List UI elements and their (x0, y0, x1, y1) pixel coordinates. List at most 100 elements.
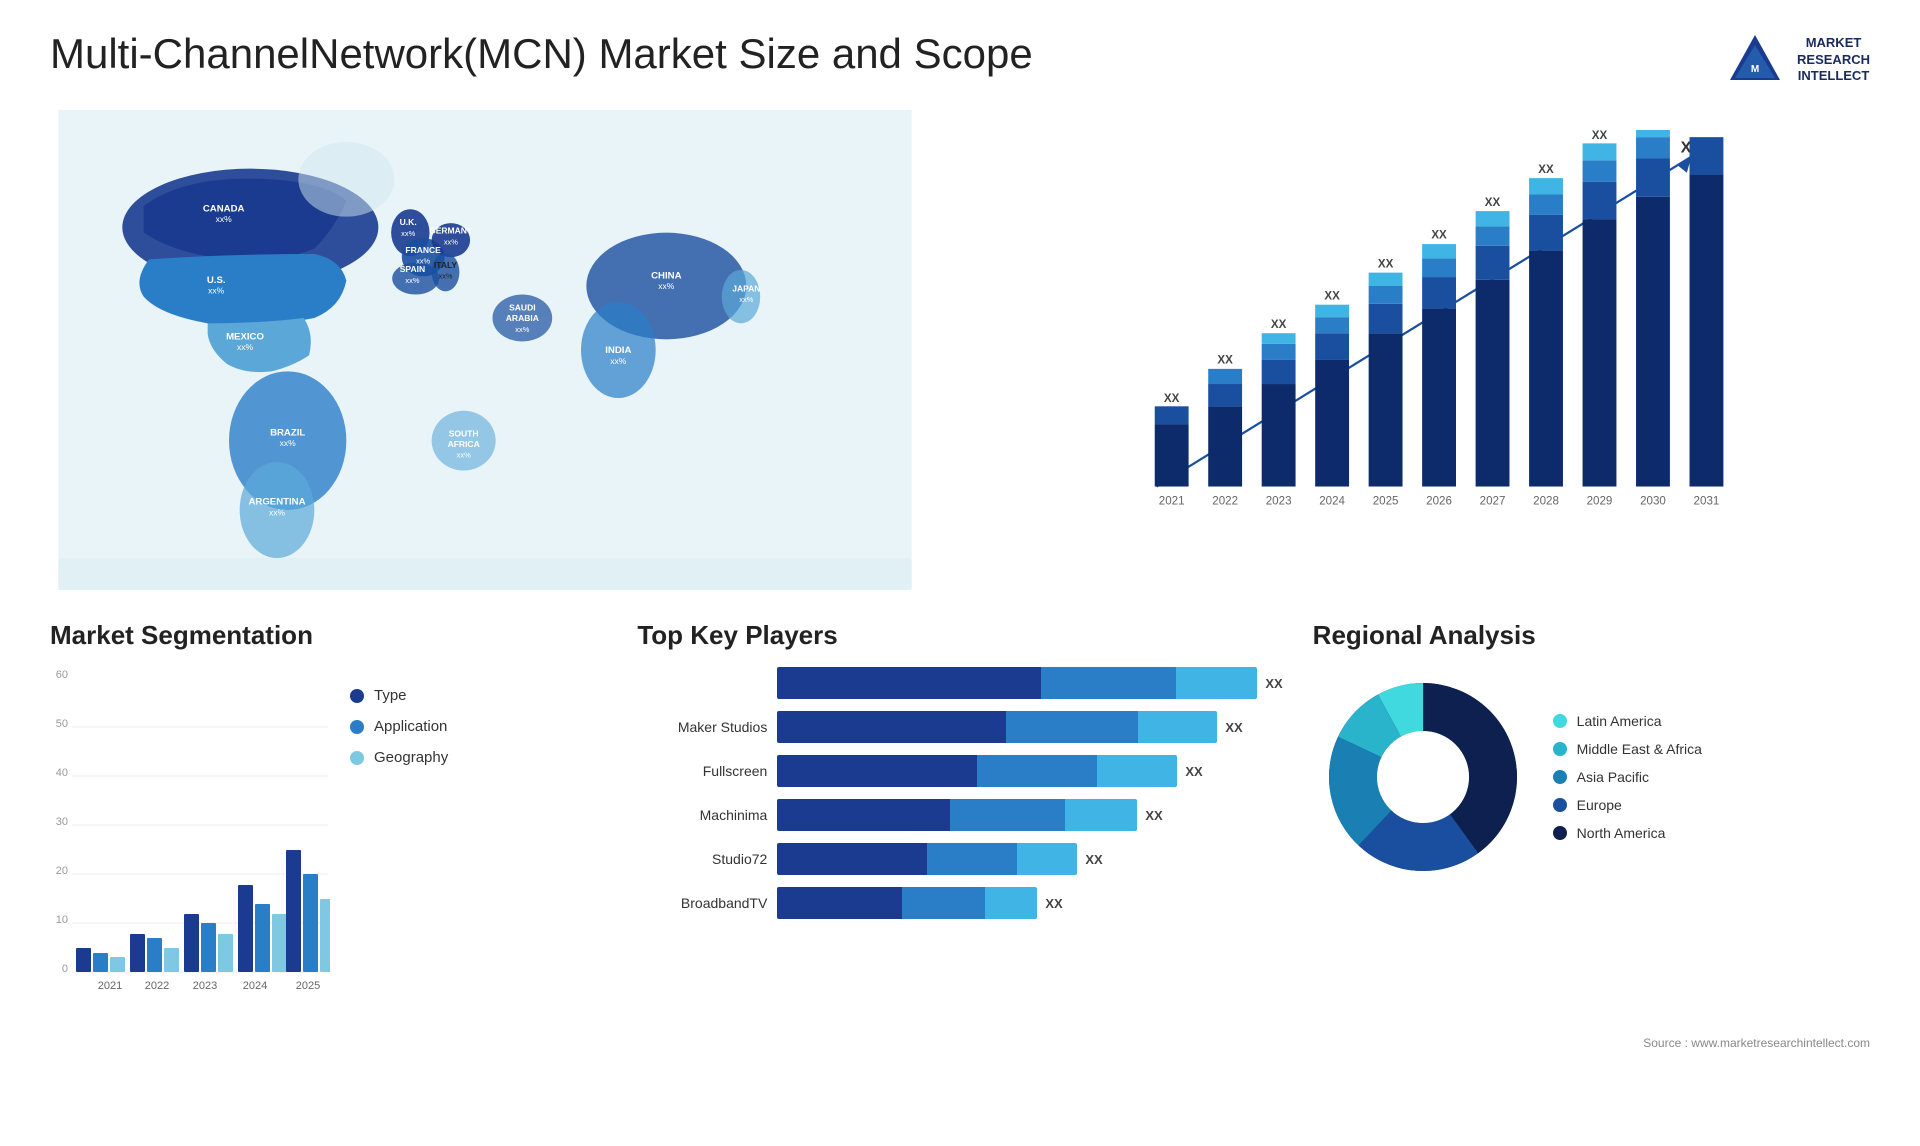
svg-text:SOUTH: SOUTH (449, 428, 479, 438)
svg-text:2027: 2027 (1480, 495, 1506, 507)
segmentation-container: Market Segmentation 0 10 20 30 40 50 60 (50, 620, 607, 1040)
player-xx-machinima: XX (1145, 808, 1162, 823)
svg-text:U.S.: U.S. (207, 275, 226, 286)
svg-text:xx%: xx% (658, 281, 675, 291)
growth-bar-chart: XX XX XX XX (980, 130, 1850, 540)
player-bar-fullscreen (777, 755, 1177, 787)
svg-text:xx%: xx% (269, 507, 286, 517)
legend-type: Type (350, 687, 448, 704)
svg-text:xx%: xx% (457, 451, 471, 460)
player-bar-seg-mid (1041, 667, 1175, 699)
svg-text:FRANCE: FRANCE (405, 245, 441, 255)
regional-legend: Latin America Middle East & Africa Asia … (1553, 713, 1702, 841)
svg-text:GERMANY: GERMANY (429, 226, 473, 236)
bottom-section: Market Segmentation 0 10 20 30 40 50 60 (50, 620, 1870, 1040)
player-bar-wrap-fullscreen: XX (777, 755, 1282, 787)
svg-text:2025: 2025 (1373, 495, 1399, 507)
player-xx-studio72: XX (1085, 852, 1102, 867)
dot-europe (1553, 798, 1567, 812)
player-name-fullscreen: Fullscreen (637, 763, 767, 779)
svg-text:2030: 2030 (1640, 495, 1666, 507)
svg-text:xx%: xx% (208, 285, 225, 295)
dot-mea (1553, 742, 1567, 756)
player-bar-machinima (777, 799, 1137, 831)
players-list: XX Maker Studios XX (637, 667, 1282, 919)
regional-title: Regional Analysis (1313, 620, 1870, 651)
svg-text:xx%: xx% (216, 214, 233, 224)
svg-text:0: 0 (62, 963, 68, 975)
svg-text:20: 20 (56, 865, 68, 877)
legend-dot-geo (350, 751, 364, 765)
player-row-maker: Maker Studios XX (637, 711, 1282, 743)
svg-text:2021: 2021 (1159, 495, 1185, 507)
page-title: Multi-ChannelNetwork(MCN) Market Size an… (50, 30, 1033, 78)
player-row-studio72: Studio72 XX (637, 843, 1282, 875)
svg-text:xx%: xx% (438, 272, 452, 281)
svg-text:xx%: xx% (444, 237, 458, 246)
source-text: Source : www.marketresearchintellect.com (1643, 1036, 1870, 1050)
page: Multi-ChannelNetwork(MCN) Market Size an… (0, 0, 1920, 1146)
legend-dot-type (350, 689, 364, 703)
svg-text:2031: 2031 (1694, 495, 1720, 507)
svg-text:XX: XX (1164, 393, 1180, 405)
player-name-maker: Maker Studios (637, 719, 767, 735)
svg-text:2029: 2029 (1587, 495, 1613, 507)
svg-text:2021: 2021 (98, 980, 122, 992)
player-row-machinima: Machinima XX (637, 799, 1282, 831)
svg-text:2022: 2022 (145, 980, 169, 992)
legend-latin: Latin America (1553, 713, 1702, 729)
player-name-studio72: Studio72 (637, 851, 767, 867)
logo-text: MARKET RESEARCH INTELLECT (1797, 35, 1870, 86)
player-bar-1 (777, 667, 1257, 699)
svg-text:U.K.: U.K. (400, 217, 417, 227)
players-title: Top Key Players (637, 620, 1282, 651)
svg-text:xx%: xx% (610, 356, 627, 366)
legend-mea: Middle East & Africa (1553, 741, 1702, 757)
seg-legend: Type Application Geography (350, 667, 448, 766)
player-xx-fullscreen: XX (1185, 764, 1202, 779)
svg-text:XX: XX (1271, 319, 1287, 331)
dot-apac (1553, 770, 1567, 784)
player-bar-wrap-studio72: XX (777, 843, 1282, 875)
svg-text:XX: XX (1538, 164, 1554, 176)
player-xx-broadband: XX (1045, 896, 1062, 911)
dot-north-america (1553, 826, 1567, 840)
svg-text:SAUDI: SAUDI (509, 303, 536, 313)
logo-icon: M (1725, 30, 1785, 90)
player-bar-broadband (777, 887, 1037, 919)
svg-text:XX: XX (1592, 130, 1608, 142)
bar-chart-container: XX XX XX XX (960, 110, 1870, 590)
svg-text:MEXICO: MEXICO (226, 331, 264, 342)
svg-text:2023: 2023 (1266, 495, 1292, 507)
legend-geography: Geography (350, 749, 448, 766)
top-section: CANADA xx% U.S. xx% MEXICO xx% BRAZIL xx… (50, 110, 1870, 590)
svg-text:40: 40 (56, 767, 68, 779)
donut-chart (1313, 667, 1533, 887)
svg-text:xx%: xx% (405, 276, 419, 285)
svg-text:2025: 2025 (296, 980, 320, 992)
legend-application: Application (350, 718, 448, 735)
svg-text:AFRICA: AFRICA (448, 439, 480, 449)
player-bar-wrap-broadband: XX (777, 887, 1282, 919)
svg-text:XX: XX (1431, 230, 1447, 242)
svg-text:2024: 2024 (243, 980, 267, 992)
svg-text:2023: 2023 (193, 980, 217, 992)
regional-content: Latin America Middle East & Africa Asia … (1313, 667, 1870, 887)
svg-text:xx%: xx% (280, 438, 297, 448)
svg-text:XX: XX (1378, 258, 1394, 270)
player-xx-maker: XX (1225, 720, 1242, 735)
player-bar-seg-dark (777, 667, 1041, 699)
player-row-fullscreen: Fullscreen XX (637, 755, 1282, 787)
svg-text:CHINA: CHINA (651, 271, 681, 282)
svg-text:ITALY: ITALY (434, 260, 458, 270)
world-map: CANADA xx% U.S. xx% MEXICO xx% BRAZIL xx… (50, 110, 920, 590)
player-name-machinima: Machinima (637, 807, 767, 823)
seg-content: 0 10 20 30 40 50 60 (50, 667, 607, 1007)
legend-dot-app (350, 720, 364, 734)
player-bar-wrap-machinima: XX (777, 799, 1282, 831)
svg-text:50: 50 (56, 718, 68, 730)
player-xx-1: XX (1265, 676, 1282, 691)
svg-text:60: 60 (56, 669, 68, 681)
legend-europe: Europe (1553, 797, 1702, 813)
svg-text:2026: 2026 (1426, 495, 1452, 507)
